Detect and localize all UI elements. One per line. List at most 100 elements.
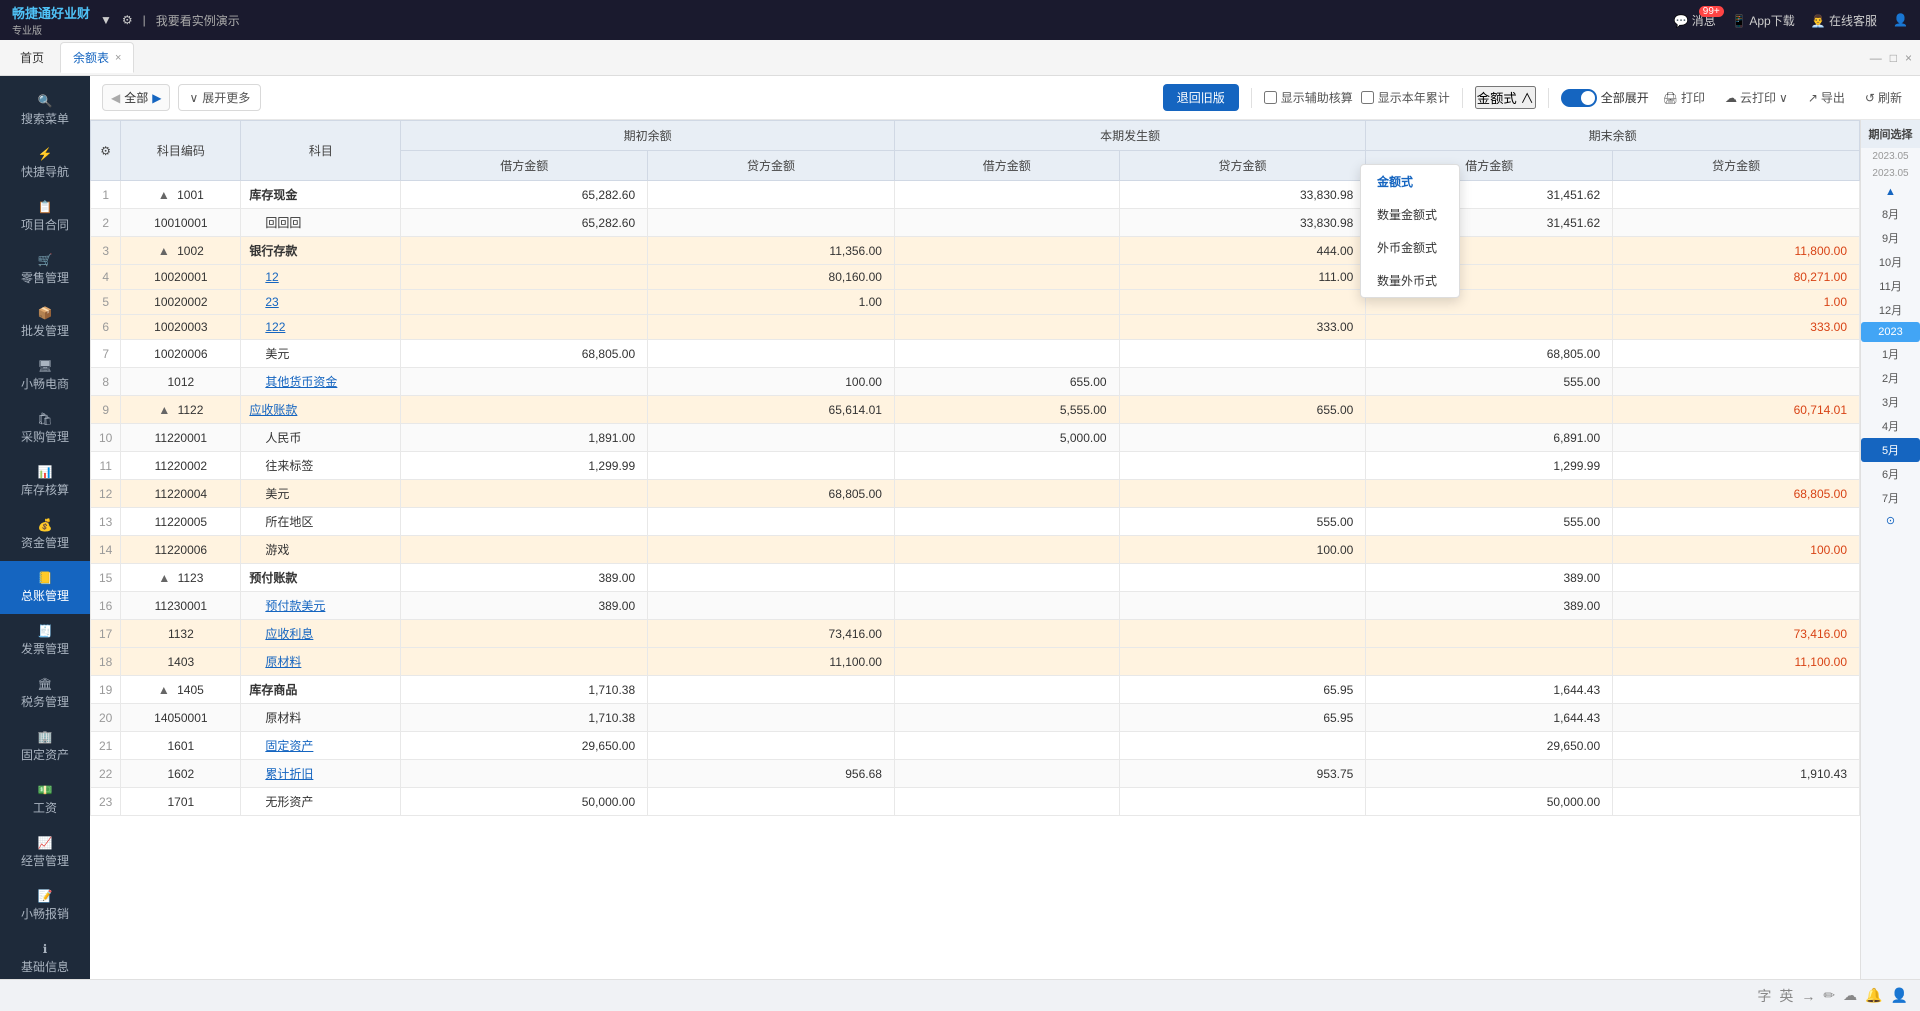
- sidebar-item-ecommerce[interactable]: 🖥 小畅电商: [0, 349, 90, 402]
- period-month-5[interactable]: 5月: [1861, 438, 1920, 462]
- demo-link[interactable]: 我要看实例演示: [156, 12, 240, 29]
- search-arrow-left[interactable]: ◀: [111, 91, 120, 105]
- bottom-bell-icon[interactable]: 🔔: [1865, 987, 1882, 1004]
- sidebar-item-reimbursement[interactable]: 📝 小畅报销: [0, 879, 90, 932]
- print-btn[interactable]: 🖨 打印: [1657, 85, 1711, 110]
- row-name[interactable]: 23: [241, 290, 401, 315]
- yearly-total-input[interactable]: [1361, 91, 1374, 104]
- table-row[interactable]: 4100200011280,160.00111.0080,271.00: [91, 265, 1860, 290]
- bottom-char-icon[interactable]: 字: [1757, 986, 1771, 1006]
- aux-accounting-checkbox[interactable]: 显示辅助核算: [1264, 89, 1353, 106]
- table-row[interactable]: 710020006美元68,805.0068,805.00: [91, 340, 1860, 368]
- period-month-11[interactable]: 11月: [1861, 274, 1920, 298]
- window-maximize[interactable]: □: [1890, 51, 1897, 65]
- tab-close-icon[interactable]: ×: [115, 52, 121, 64]
- online-service[interactable]: 👨‍💼 在线客服: [1811, 12, 1877, 29]
- row-name[interactable]: 其他货币资金: [241, 368, 401, 396]
- period-month-1[interactable]: 1月: [1861, 342, 1920, 366]
- sidebar-item-search[interactable]: 🔍 搜索菜单: [0, 84, 90, 137]
- table-row[interactable]: 231701无形资产50,000.0050,000.00: [91, 788, 1860, 816]
- bottom-arrow-icon[interactable]: →: [1801, 988, 1815, 1004]
- table-row[interactable]: 171132应收利息73,416.0073,416.00: [91, 620, 1860, 648]
- dropdown-item-shuliang-waibi[interactable]: 数量外币式: [1361, 264, 1459, 297]
- logo-dropdown[interactable]: ▼: [100, 13, 112, 27]
- bottom-eng-icon[interactable]: 英: [1779, 986, 1793, 1006]
- bottom-edit-icon[interactable]: ✏: [1823, 987, 1835, 1004]
- expand-more-btn[interactable]: ∨ 展开更多: [178, 84, 261, 111]
- period-month-3[interactable]: 3月: [1861, 390, 1920, 414]
- period-month-8[interactable]: 8月: [1861, 202, 1920, 226]
- switch-control[interactable]: [1561, 89, 1597, 107]
- row-name[interactable]: 应收利息: [241, 620, 401, 648]
- table-row[interactable]: 19▲ 1405库存商品1,710.3865.951,644.43: [91, 676, 1860, 704]
- app-download[interactable]: 📱 App下载: [1732, 12, 1795, 29]
- sidebar-item-payroll[interactable]: 💵 工资: [0, 773, 90, 826]
- period-nav-down[interactable]: ⊙: [1861, 510, 1920, 531]
- back-old-version-btn[interactable]: 退回旧版: [1163, 84, 1239, 111]
- bottom-cloud-icon[interactable]: ☁: [1843, 987, 1857, 1004]
- table-row[interactable]: 1411220006游戏100.00100.00: [91, 536, 1860, 564]
- period-month-7[interactable]: 7月: [1861, 486, 1920, 510]
- dropdown-item-shuliang-jine[interactable]: 数量金额式: [1361, 198, 1459, 231]
- row-name[interactable]: 12: [241, 265, 401, 290]
- sidebar-item-operations[interactable]: 📈 经营管理: [0, 826, 90, 879]
- table-row[interactable]: 9▲ 1122应收账款65,614.015,555.00655.0060,714…: [91, 396, 1860, 424]
- table-row[interactable]: 1311220005所在地区555.00555.00: [91, 508, 1860, 536]
- dropdown-item-waibi-jine[interactable]: 外币金额式: [1361, 231, 1459, 264]
- table-area[interactable]: ⚙ 科目编码 科目 期初余额 本期发生额 期末余额 借方金额 贷方金额 借方金额…: [90, 120, 1860, 979]
- window-close[interactable]: ×: [1905, 51, 1912, 65]
- sidebar-item-purchase[interactable]: 🛍 采购管理: [0, 402, 90, 455]
- jineishi-btn[interactable]: 金额式 ∧: [1475, 86, 1536, 109]
- row-name[interactable]: 预付款美元: [241, 592, 401, 620]
- refresh-btn[interactable]: ↺ 刷新: [1859, 85, 1908, 110]
- sidebar-item-baseinfo[interactable]: ℹ 基础信息: [0, 932, 90, 979]
- cloud-print-btn[interactable]: ☁ 云打印 ∨: [1719, 85, 1794, 110]
- table-row[interactable]: 2014050001原材料1,710.3865.951,644.43: [91, 704, 1860, 732]
- sidebar-item-project[interactable]: 📋 项目合同: [0, 190, 90, 243]
- period-month-6[interactable]: 6月: [1861, 462, 1920, 486]
- row-name[interactable]: 累计折旧: [241, 760, 401, 788]
- user-avatar[interactable]: 👤: [1893, 13, 1908, 27]
- table-row[interactable]: 81012其他货币资金100.00655.00555.00: [91, 368, 1860, 396]
- table-row[interactable]: 181403原材料11,100.0011,100.00: [91, 648, 1860, 676]
- sidebar-item-quicknav[interactable]: ⚡ 快捷导航: [0, 137, 90, 190]
- sidebar-item-ledger[interactable]: 📒 总账管理: [0, 561, 90, 614]
- period-year-2023[interactable]: 2023: [1861, 322, 1920, 342]
- table-row[interactable]: 210010001回回回65,282.6033,830.9831,451.62: [91, 209, 1860, 237]
- table-row[interactable]: 3▲ 1002银行存款11,356.00444.0011,800.00: [91, 237, 1860, 265]
- table-row[interactable]: 1▲ 1001库存现金65,282.6033,830.9831,451.62: [91, 181, 1860, 209]
- table-row[interactable]: 15▲ 1123预付账款389.00389.00: [91, 564, 1860, 592]
- sidebar-item-retail[interactable]: 🛒 零售管理: [0, 243, 90, 296]
- period-month-12[interactable]: 12月: [1861, 298, 1920, 322]
- message-badge[interactable]: 💬 消息 99+: [1673, 12, 1715, 29]
- yearly-total-checkbox[interactable]: 显示本年累计: [1361, 89, 1450, 106]
- sidebar-item-wholesale[interactable]: 📦 批发管理: [0, 296, 90, 349]
- bottom-user-icon[interactable]: 👤: [1891, 987, 1908, 1004]
- period-nav-up[interactable]: ▲: [1861, 182, 1920, 202]
- table-row[interactable]: 1611230001预付款美元389.00389.00: [91, 592, 1860, 620]
- expand-toggle[interactable]: 全部展开: [1561, 89, 1649, 107]
- export-btn[interactable]: ↗ 导出: [1802, 85, 1851, 110]
- row-name[interactable]: 固定资产: [241, 732, 401, 760]
- tab-home[interactable]: 首页: [8, 43, 56, 72]
- table-row[interactable]: 1011220001人民币1,891.005,000.006,891.00: [91, 424, 1860, 452]
- table-row[interactable]: 221602累计折旧956.68953.751,910.43: [91, 760, 1860, 788]
- sidebar-item-inventory[interactable]: 📊 库存核算: [0, 455, 90, 508]
- sidebar-item-finance[interactable]: 💰 资金管理: [0, 508, 90, 561]
- window-minimize[interactable]: —: [1870, 51, 1882, 65]
- table-row[interactable]: 211601固定资产29,650.0029,650.00: [91, 732, 1860, 760]
- sidebar-item-invoice[interactable]: 🧾 发票管理: [0, 614, 90, 667]
- period-month-10[interactable]: 10月: [1861, 250, 1920, 274]
- table-row[interactable]: 610020003122333.00333.00: [91, 315, 1860, 340]
- tab-yueebiao[interactable]: 余额表 ×: [60, 42, 134, 73]
- period-month-9[interactable]: 9月: [1861, 226, 1920, 250]
- period-month-4[interactable]: 4月: [1861, 414, 1920, 438]
- table-row[interactable]: 1211220004美元68,805.0068,805.00: [91, 480, 1860, 508]
- row-name[interactable]: 应收账款: [241, 396, 401, 424]
- dropdown-item-jine[interactable]: 金额式: [1361, 165, 1459, 198]
- sidebar-item-tax[interactable]: 🏛 税务管理: [0, 667, 90, 720]
- col-settings-header[interactable]: ⚙: [91, 121, 121, 181]
- table-row[interactable]: 1111220002往来标签1,299.991,299.99: [91, 452, 1860, 480]
- search-arrow-right[interactable]: ▶: [152, 91, 161, 105]
- table-row[interactable]: 510020002231.001.00: [91, 290, 1860, 315]
